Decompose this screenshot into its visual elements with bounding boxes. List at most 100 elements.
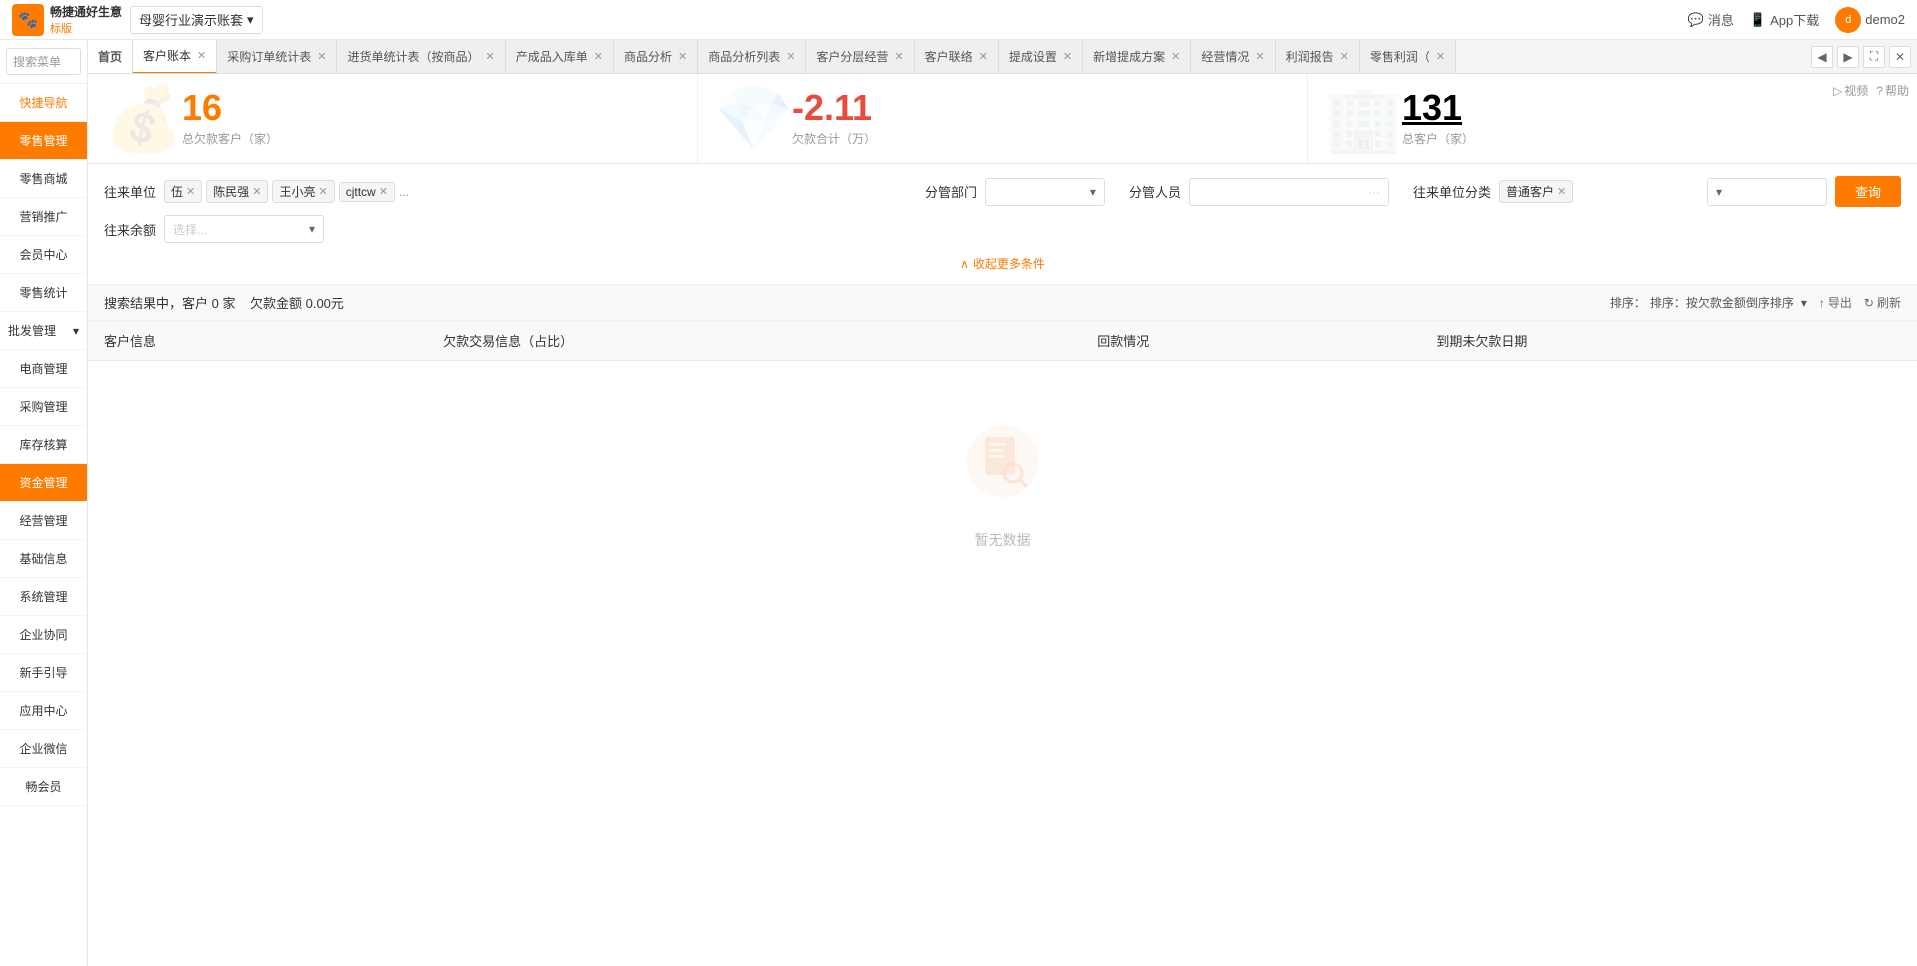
sidebar-item-operations[interactable]: 经营管理: [0, 502, 87, 540]
logo-text: 畅捷通好生意 标版: [50, 3, 122, 36]
tab-close-goods-analysis[interactable]: ✕: [678, 50, 687, 63]
empty-state-icon: [963, 421, 1043, 518]
tab-close-retail-profit[interactable]: ✕: [1436, 50, 1445, 63]
stat-total-customers-value: 131: [1402, 90, 1474, 126]
filter-row-2: 往来余额 选择... ▾: [104, 215, 1901, 243]
tab-home[interactable]: 首页: [88, 40, 133, 74]
person-filter-input[interactable]: ···: [1189, 178, 1389, 206]
tab-close-inbound-stats[interactable]: ✕: [486, 50, 495, 63]
stat-overdue-amount-value: -2.11: [792, 90, 876, 126]
dept-filter-select[interactable]: ▾: [985, 178, 1105, 206]
sidebar-item-inventory[interactable]: 库存核算: [0, 426, 87, 464]
chevron-down-icon: ▾: [309, 222, 315, 236]
help-btn[interactable]: ? 帮助: [1876, 82, 1909, 99]
filter-area: 往来单位 伍 ✕ 陈民强 ✕ 王小亮 ✕: [88, 164, 1917, 285]
tab-next-btn[interactable]: ▶: [1837, 46, 1859, 68]
tab-new-plan[interactable]: 新增提成方案 ✕: [1083, 40, 1191, 74]
sidebar-item-enterprise[interactable]: 企业协同: [0, 616, 87, 654]
tab-retail-profit[interactable]: 零售利润（ ✕: [1360, 40, 1456, 74]
tab-close-customers[interactable]: ✕: [197, 49, 206, 62]
tab-bar-actions: ◀ ▶ ⛶ ✕: [1805, 46, 1917, 68]
chevron-down-icon: ▾: [1090, 185, 1096, 199]
sidebar-item-quick-nav[interactable]: 快捷导航: [0, 84, 87, 122]
result-actions: 排序： 排序：按欠款金额倒序排序 ▾ ↑ 导出 ↻ 刷新: [1610, 294, 1901, 311]
sidebar-item-finance[interactable]: 资金管理: [0, 464, 87, 502]
unit-tag-more[interactable]: ...: [399, 185, 409, 199]
tab-goods-analysis[interactable]: 商品分析 ✕: [614, 40, 698, 74]
unit-tag-1: 伍 ✕: [164, 180, 202, 203]
tab-close-product-inbound[interactable]: ✕: [594, 50, 603, 63]
tab-close-new-plan[interactable]: ✕: [1171, 50, 1180, 63]
sidebar-item-retail[interactable]: 零售管理: [0, 122, 87, 160]
tab-close-customer-segment[interactable]: ✕: [894, 50, 903, 63]
tab-goods-analysis-list[interactable]: 商品分析列表 ✕: [698, 40, 806, 74]
tab-customer-contact[interactable]: 客户联络 ✕: [915, 40, 999, 74]
sidebar-item-app-center[interactable]: 应用中心: [0, 692, 87, 730]
sidebar-item-new-guide[interactable]: 新手引导: [0, 654, 87, 692]
tab-profit-report[interactable]: 利润报告 ✕: [1276, 40, 1360, 74]
tab-close-reminder-settings[interactable]: ✕: [1063, 50, 1072, 63]
sidebar-item-marketing[interactable]: 营销推广: [0, 198, 87, 236]
sort-select[interactable]: 排序： 排序：按欠款金额倒序排序 ▾: [1610, 294, 1807, 311]
table-header-row: 客户信息 欠款交易信息（占比） 回款情况 到期未欠款日期: [88, 321, 1917, 361]
video-help-btn[interactable]: ▷ 视频: [1833, 82, 1868, 99]
category-filter-select[interactable]: ▾: [1707, 178, 1827, 206]
sidebar-item-batch[interactable]: 批发管理 ▾: [0, 312, 87, 350]
export-btn[interactable]: ↑ 导出: [1819, 294, 1852, 311]
message-btn[interactable]: 💬 消息: [1688, 10, 1734, 29]
tab-maximize-btn[interactable]: ⛶: [1863, 46, 1885, 68]
workspace-selector[interactable]: 母婴行业演示账套 ▾: [130, 6, 263, 34]
unit-tag-4-close[interactable]: ✕: [379, 185, 388, 198]
sidebar-item-member[interactable]: 会员中心: [0, 236, 87, 274]
collapse-btn[interactable]: ∧ 收起更多条件: [960, 255, 1045, 272]
app-download-btn[interactable]: 📱 App下载: [1750, 10, 1819, 29]
play-icon: ▷: [1833, 84, 1842, 98]
col-due-date: 到期未欠款日期: [1420, 321, 1917, 361]
sidebar-item-basic-info[interactable]: 基础信息: [0, 540, 87, 578]
unit-tag-3-close[interactable]: ✕: [319, 185, 328, 198]
tab-close-customer-contact[interactable]: ✕: [979, 50, 988, 63]
tab-close-goods-analysis-list[interactable]: ✕: [786, 50, 795, 63]
tab-inbound-stats[interactable]: 进货单统计表（按商品） ✕: [337, 40, 505, 74]
unit-filter-label: 往来单位: [104, 182, 156, 201]
tab-close-profit-report[interactable]: ✕: [1340, 50, 1349, 63]
sidebar-item-retail-mall[interactable]: 零售商城: [0, 160, 87, 198]
tab-close-all-btn[interactable]: ✕: [1889, 46, 1911, 68]
tab-customers[interactable]: 客户账本 ✕: [133, 40, 217, 74]
query-button[interactable]: 查询: [1835, 176, 1901, 207]
chevron-down-icon: ▾: [1801, 296, 1807, 310]
sidebar-item-retail-stats[interactable]: 零售统计: [0, 274, 87, 312]
sidebar-item-system[interactable]: 系统管理: [0, 578, 87, 616]
tab-close-business-status[interactable]: ✕: [1255, 50, 1264, 63]
person-filter-label: 分管人员: [1129, 182, 1181, 201]
tab-reminder-settings[interactable]: 提成设置 ✕: [999, 40, 1083, 74]
unit-tag-2-close[interactable]: ✕: [252, 185, 261, 198]
sidebar-item-vip[interactable]: 畅会员: [0, 768, 87, 806]
user-profile[interactable]: d demo2: [1835, 7, 1905, 33]
sidebar-search-btn[interactable]: 搜索菜单: [6, 48, 81, 75]
balance-filter-select[interactable]: 选择... ▾: [164, 215, 324, 243]
tab-product-inbound[interactable]: 产成品入库单 ✕: [506, 40, 614, 74]
sidebar-item-purchase[interactable]: 采购管理: [0, 388, 87, 426]
tab-prev-btn[interactable]: ◀: [1811, 46, 1833, 68]
tab-bar: 首页 客户账本 ✕ 采购订单统计表 ✕ 进货单统计表（按商品） ✕ 产成品入库单…: [88, 40, 1917, 74]
sidebar-item-wechat[interactable]: 企业微信: [0, 730, 87, 768]
unit-tag-3: 王小亮 ✕: [272, 180, 334, 203]
tab-purchase-orders[interactable]: 采购订单统计表 ✕: [217, 40, 337, 74]
tab-business-status[interactable]: 经营情况 ✕: [1191, 40, 1275, 74]
chevron-down-icon: ▾: [1716, 185, 1722, 199]
result-info: 搜索结果中，客户 0 家 欠款金额 0.00元: [104, 293, 344, 312]
empty-state: 暂无数据: [88, 361, 1917, 610]
unit-tag-1-close[interactable]: ✕: [186, 185, 195, 198]
tab-close-purchase-orders[interactable]: ✕: [317, 50, 326, 63]
category-filter-label: 往来单位分类: [1413, 182, 1491, 201]
balance-filter-label: 往来余额: [104, 220, 156, 239]
refresh-btn[interactable]: ↻ 刷新: [1864, 294, 1901, 311]
empty-row: 暂无数据: [88, 361, 1917, 611]
avatar: d: [1835, 7, 1861, 33]
tab-customer-segment[interactable]: 客户分层经营 ✕: [806, 40, 914, 74]
sidebar-item-ecommerce[interactable]: 电商管理: [0, 350, 87, 388]
table-body: 暂无数据: [88, 361, 1917, 611]
category-tag-1-close[interactable]: ✕: [1557, 185, 1566, 198]
dept-filter-label: 分管部门: [925, 182, 977, 201]
